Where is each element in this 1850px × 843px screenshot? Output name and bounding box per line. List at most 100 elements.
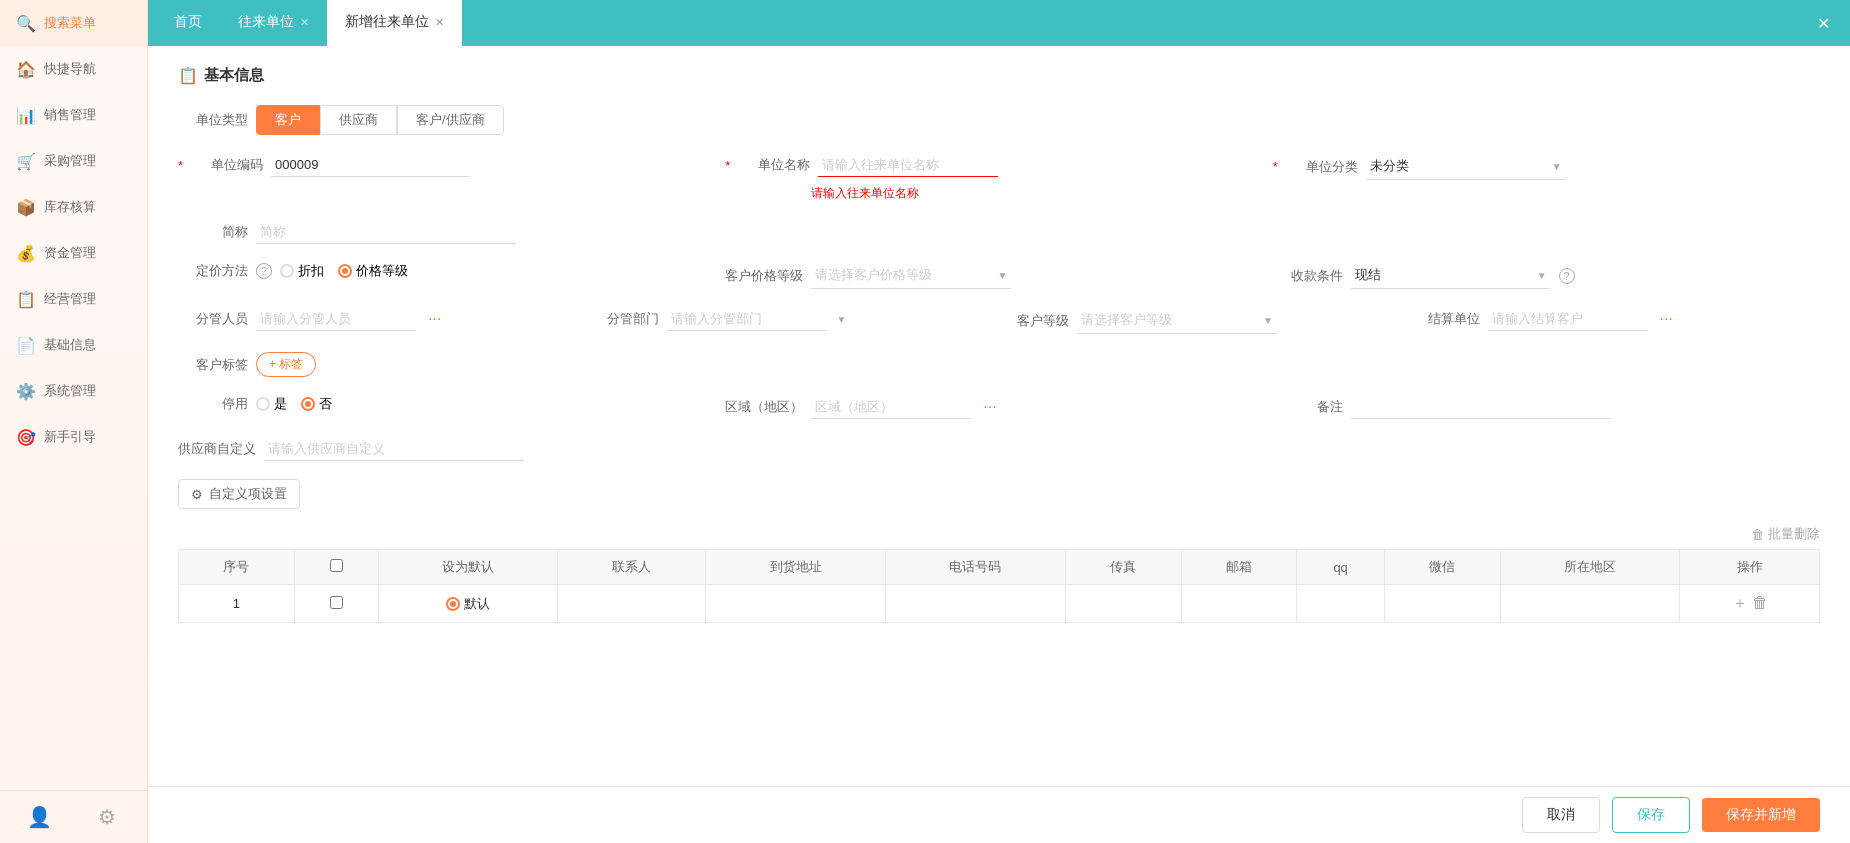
gear-icon: ⚙️ <box>16 381 36 401</box>
sidebar-expand-btn[interactable]: 👤 <box>8 799 72 835</box>
cancel-button[interactable]: 取消 <box>1522 797 1600 833</box>
add-tag-button[interactable]: + 标签 <box>256 352 316 377</box>
pricing-help-icon[interactable]: ? <box>256 263 272 279</box>
sidebar-item-sales[interactable]: 📊 销售管理 <box>0 92 147 138</box>
col-action: 操作 <box>1680 550 1820 585</box>
region-dots-btn[interactable]: ··· <box>979 398 1000 416</box>
settlement-input[interactable] <box>1488 307 1648 331</box>
save-button[interactable]: 保存 <box>1612 797 1690 833</box>
radio-circle-discount <box>280 264 294 278</box>
sidebar-item-label: 快捷导航 <box>44 60 96 78</box>
sidebar-item-search[interactable]: 🔍 搜索菜单 <box>0 0 147 46</box>
delete-row-btn[interactable]: 🗑 <box>1752 594 1768 612</box>
supplier-custom-label: 供应商自定义 <box>178 440 256 458</box>
unit-type-buttons: 客户 供应商 客户/供应商 <box>256 105 504 135</box>
unit-category-select[interactable]: 未分类 ▼ <box>1366 153 1566 180</box>
sidebar-item-purchase[interactable]: 🛒 采购管理 <box>0 138 147 184</box>
custom-settings-area: ⚙ 自定义项设置 <box>178 479 1820 521</box>
money-icon: 💰 <box>16 243 36 263</box>
sidebar: 🔍 搜索菜单 🏠 快捷导航 📊 销售管理 🛒 采购管理 📦 库存核算 💰 资金管… <box>0 0 148 843</box>
sidebar-settings-btn[interactable]: ⚙ <box>76 799 140 835</box>
sidebar-item-operation[interactable]: 📋 经营管理 <box>0 276 147 322</box>
unit-code-field: * 单位编码 <box>178 153 725 177</box>
settlement-field: 结算单位 ··· <box>1410 307 1821 331</box>
box-icon: 📦 <box>16 197 36 217</box>
pricing-discount-radio[interactable]: 折扣 <box>280 262 324 280</box>
sidebar-item-label: 销售管理 <box>44 106 96 124</box>
tabbar: 首页 往来单位 ✕ 新增往来单位 ✕ ✕ <box>148 0 1850 46</box>
tag-label: 客户标签 <box>178 356 248 374</box>
sidebar-item-label: 搜索菜单 <box>44 14 96 32</box>
row-checkbox[interactable] <box>330 596 343 609</box>
disabled-yes-radio[interactable]: 是 <box>256 395 287 413</box>
unit-name-input[interactable] <box>818 153 998 177</box>
col-email: 邮箱 <box>1181 550 1297 585</box>
col-address: 到货地址 <box>706 550 886 585</box>
dept-input[interactable] <box>667 307 827 331</box>
payment-select[interactable]: 现结 ▼ <box>1351 262 1551 289</box>
customer-price-field: 客户价格等级 请选择客户价格等级 ▼ <box>725 262 1272 289</box>
type-btn-customer[interactable]: 客户 <box>256 105 320 135</box>
custom-settings-label: 自定义项设置 <box>209 485 287 503</box>
region-field: 区域（地区） ··· <box>725 395 1272 419</box>
sidebar-item-guide[interactable]: 🎯 新手引导 <box>0 414 147 460</box>
home-icon: 🏠 <box>16 59 36 79</box>
sidebar-item-label: 资金管理 <box>44 244 96 262</box>
tab-partner-close[interactable]: ✕ <box>300 16 309 29</box>
tab-new-partner[interactable]: 新增往来单位 ✕ <box>327 0 462 46</box>
remark-input[interactable] <box>1351 395 1611 419</box>
form-content: 📋 基本信息 单位类型 客户 供应商 客户/供应商 * 单位编码 <box>148 46 1850 786</box>
sidebar-bottom: 👤 ⚙ <box>0 790 147 843</box>
disabled-label: 停用 <box>178 395 248 413</box>
customer-price-select[interactable]: 请选择客户价格等级 ▼ <box>811 262 1011 289</box>
manager-label: 分管人员 <box>178 310 248 328</box>
sidebar-item-finance[interactable]: 💰 资金管理 <box>0 230 147 276</box>
unit-code-input[interactable] <box>271 153 471 177</box>
type-btn-both[interactable]: 客户/供应商 <box>397 105 504 135</box>
tab-new-partner-close[interactable]: ✕ <box>435 16 444 29</box>
default-radio-item[interactable]: 默认 <box>389 595 548 613</box>
payment-value: 现结 <box>1355 266 1381 284</box>
add-row-btn[interactable]: ＋ <box>1732 593 1748 614</box>
cell-contact <box>558 585 706 623</box>
sidebar-item-system[interactable]: ⚙️ 系统管理 <box>0 368 147 414</box>
cell-fax <box>1065 585 1181 623</box>
tab-home[interactable]: 首页 <box>156 0 220 46</box>
tag-row: 客户标签 + 标签 <box>178 352 1820 377</box>
tab-partner-label: 往来单位 <box>238 13 294 31</box>
type-btn-supplier[interactable]: 供应商 <box>320 105 397 135</box>
pricing-grade-radio[interactable]: 价格等级 <box>338 262 408 280</box>
sidebar-item-nav[interactable]: 🏠 快捷导航 <box>0 46 147 92</box>
tab-new-partner-label: 新增往来单位 <box>345 13 429 31</box>
unit-category-field: * 单位分类 未分类 ▼ <box>1273 153 1820 180</box>
search-icon: 🔍 <box>16 13 36 33</box>
supplier-custom-input[interactable] <box>264 437 524 461</box>
save-new-button[interactable]: 保存并新增 <box>1702 798 1820 832</box>
dept-field: 分管部门 ▼ <box>589 307 1000 331</box>
pricing-field: 定价方法 ? 折扣 价格等级 <box>178 262 725 280</box>
col-phone: 电话号码 <box>886 550 1066 585</box>
tab-partner[interactable]: 往来单位 ✕ <box>220 0 327 46</box>
select-all-checkbox[interactable] <box>330 559 343 572</box>
col-default: 设为默认 <box>378 550 558 585</box>
sidebar-item-inventory[interactable]: 📦 库存核算 <box>0 184 147 230</box>
disabled-no-radio[interactable]: 否 <box>301 395 332 413</box>
tabbar-close-all[interactable]: ✕ <box>1805 0 1842 46</box>
footer: 取消 保存 保存并新增 <box>148 786 1850 843</box>
customer-level-select[interactable]: 请选择客户等级 ▼ <box>1077 307 1277 334</box>
radio-circle-default <box>446 597 460 611</box>
manager-dots-btn[interactable]: ··· <box>424 310 445 328</box>
sidebar-item-basic[interactable]: 📄 基础信息 <box>0 322 147 368</box>
batch-delete-area[interactable]: 🗑 批量删除 <box>178 525 1820 543</box>
manager-input[interactable] <box>256 307 416 331</box>
manager-row: 分管人员 ··· 分管部门 ▼ 客户等级 请选择客户等级 ▼ 结算单位 <box>178 307 1820 334</box>
pricing-row: 定价方法 ? 折扣 价格等级 客户价格等级 请选择客户价格等级 <box>178 262 1820 289</box>
chevron-down-icon: ▼ <box>1263 315 1273 326</box>
settlement-dots-btn[interactable]: ··· <box>1656 310 1677 328</box>
custom-settings-button[interactable]: ⚙ 自定义项设置 <box>178 479 300 509</box>
short-name-input[interactable] <box>256 220 516 244</box>
region-input[interactable] <box>811 395 971 419</box>
cell-seq: 1 <box>179 585 295 623</box>
section-title: 基本信息 <box>204 66 264 85</box>
payment-help-icon[interactable]: ? <box>1559 268 1575 284</box>
